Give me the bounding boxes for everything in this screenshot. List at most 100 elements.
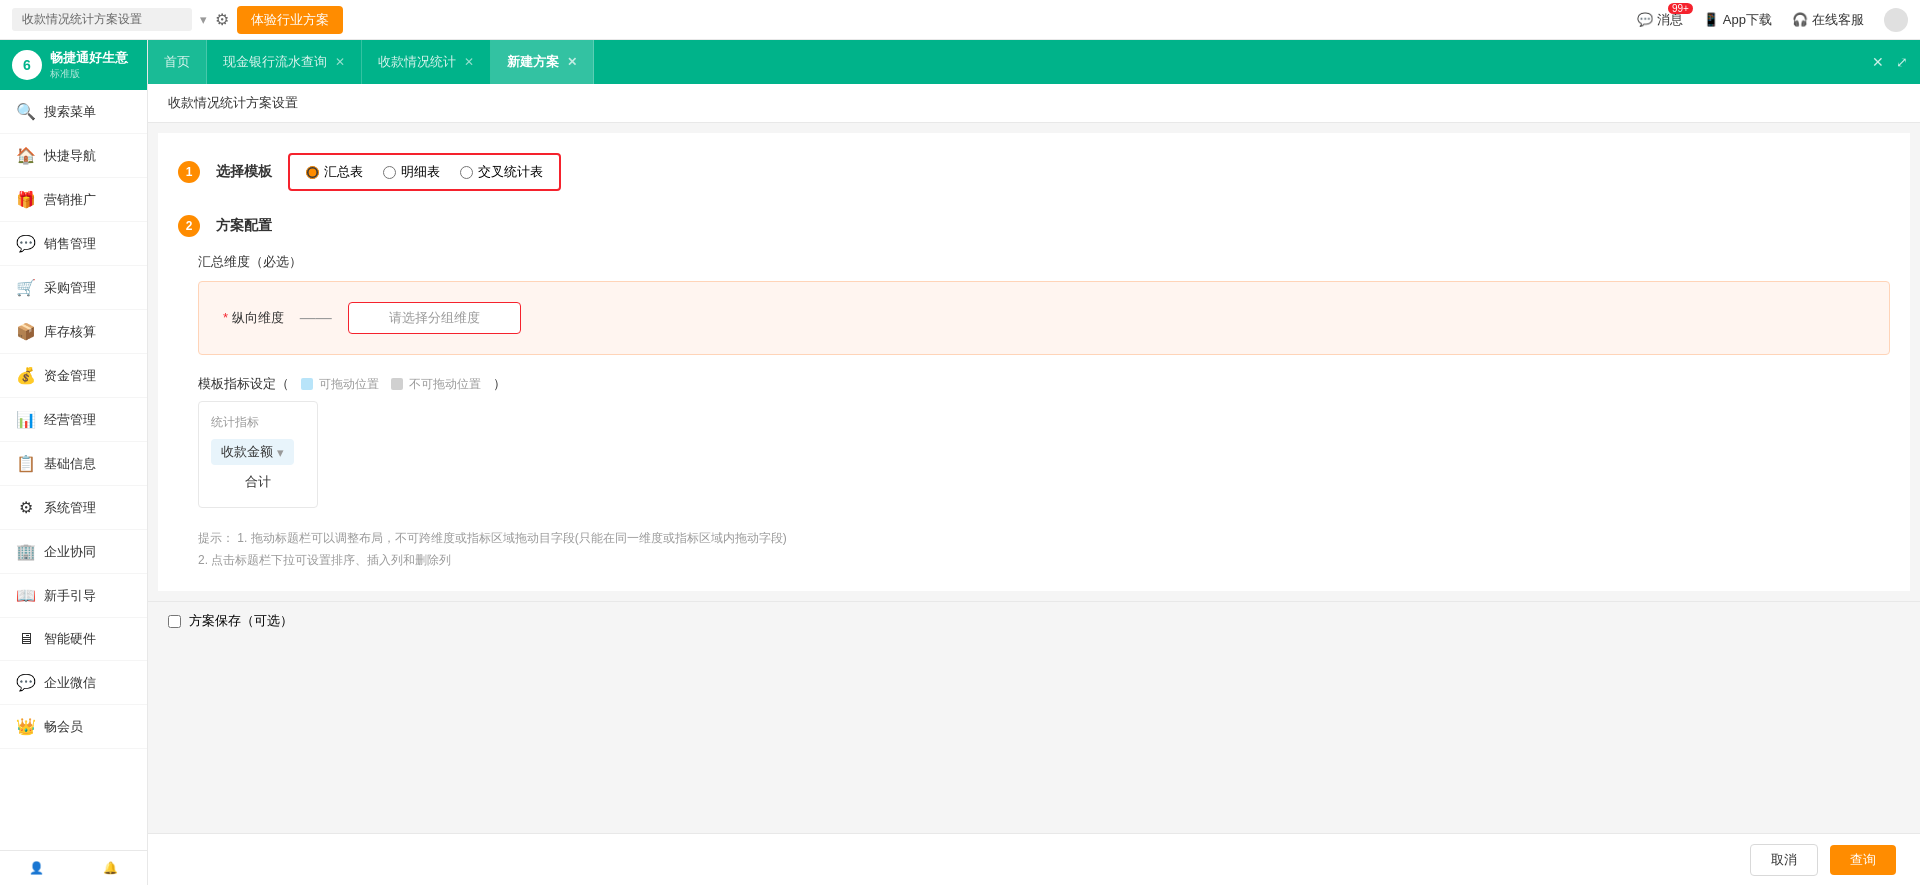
- sidebar-label-finance: 资金管理: [44, 367, 96, 385]
- page-title: 收款情况统计方案设置: [168, 95, 298, 110]
- sidebar-label-member: 畅会员: [44, 718, 83, 736]
- tip2: 2. 点击标题栏下拉可设置排序、插入列和删除列: [198, 550, 1890, 572]
- save-option-bar: 方案保存（可选）: [148, 601, 1920, 640]
- breadcrumb: 收款情况统计方案设置: [12, 8, 192, 31]
- sidebar-item-inventory[interactable]: 📦 库存核算: [0, 310, 147, 354]
- stats-tag-label: 收款金额: [221, 443, 273, 461]
- cancel-button[interactable]: 取消: [1750, 844, 1818, 876]
- enterprise-icon: 🏢: [16, 542, 36, 561]
- sidebar-item-smart-hw[interactable]: 🖥 智能硬件: [0, 618, 147, 661]
- tab-receipts-stats-close[interactable]: ✕: [464, 55, 474, 69]
- sidebar-item-marketing[interactable]: 🎁 营销推广: [0, 178, 147, 222]
- tab-bar: 首页 现金银行流水查询 ✕ 收款情况统计 ✕ 新建方案 ✕ ✕ ⤢: [148, 40, 1920, 84]
- tab-new-plan-close[interactable]: ✕: [567, 55, 577, 69]
- dimension-section-label: 汇总维度（必选）: [198, 253, 1890, 271]
- member-icon: 👑: [16, 717, 36, 736]
- save-option-label: 方案保存（可选）: [189, 612, 293, 630]
- tab-home[interactable]: 首页: [148, 40, 207, 84]
- main-layout: 6 畅捷通好生意 标准版 🔍 搜索菜单 🏠 快捷导航 🎁 营销推广 💬 销售管理…: [0, 40, 1920, 885]
- radio-summary[interactable]: 汇总表: [306, 163, 363, 181]
- sidebar-item-quick-nav[interactable]: 🏠 快捷导航: [0, 134, 147, 178]
- save-option-checkbox[interactable]: [168, 615, 181, 628]
- radio-summary-input[interactable]: [306, 166, 319, 179]
- inventory-icon: 📦: [16, 322, 36, 341]
- query-button[interactable]: 查询: [1830, 845, 1896, 875]
- stats-tag-amount[interactable]: 收款金额 ▾: [211, 439, 294, 465]
- header-right: 💬 消息 99+ 📱 App下载 🎧 在线客服: [1637, 8, 1908, 32]
- radio-crosstab-input[interactable]: [460, 166, 473, 179]
- sidebar-label-wechat: 企业微信: [44, 674, 96, 692]
- tab-new-plan-label: 新建方案: [507, 53, 559, 71]
- message-icon: 💬: [1637, 12, 1653, 27]
- breadcrumb-dropdown[interactable]: ▾: [200, 12, 207, 27]
- sidebar-bottom: 👤 🔔: [0, 850, 147, 885]
- step1-label: 选择模板: [216, 163, 272, 181]
- sidebar-notify-btn[interactable]: 🔔: [74, 851, 148, 885]
- search-menu-icon: 🔍: [16, 102, 36, 121]
- sidebar-item-search-menu[interactable]: 🔍 搜索菜单: [0, 90, 147, 134]
- sidebar-item-basic-info[interactable]: 📋 基础信息: [0, 442, 147, 486]
- support-btn[interactable]: 🎧 在线客服: [1792, 11, 1864, 29]
- dimension-selector[interactable]: 请选择分组维度: [348, 302, 521, 334]
- tab-bank-flow[interactable]: 现金银行流水查询 ✕: [207, 40, 362, 84]
- sidebar-label-system: 系统管理: [44, 499, 96, 517]
- messages-btn[interactable]: 💬 消息 99+: [1637, 11, 1683, 29]
- sidebar-item-wechat[interactable]: 💬 企业微信: [0, 661, 147, 705]
- sidebar-item-finance[interactable]: 💰 资金管理: [0, 354, 147, 398]
- sidebar-label-smart-hw: 智能硬件: [44, 630, 96, 648]
- sidebar-item-member[interactable]: 👑 畅会员: [0, 705, 147, 749]
- newbie-icon: 📖: [16, 586, 36, 605]
- download-icon: 📱: [1703, 12, 1719, 27]
- logo-text-area: 畅捷通好生意 标准版: [50, 49, 128, 81]
- sidebar-label-newbie: 新手引导: [44, 587, 96, 605]
- sales-icon: 💬: [16, 234, 36, 253]
- indicator-settings: 模板指标设定（ 可拖动位置 不可拖动位置 ）: [198, 375, 1890, 508]
- sidebar-label-enterprise: 企业协同: [44, 543, 96, 561]
- hint-fixed-text: 不可拖动位置: [409, 376, 481, 393]
- logo-icon: 6: [12, 50, 42, 80]
- sidebar-item-purchase[interactable]: 🛒 采购管理: [0, 266, 147, 310]
- sidebar-user-btn[interactable]: 👤: [0, 851, 74, 885]
- stats-tag-chevron-icon: ▾: [277, 445, 284, 460]
- step2-label: 方案配置: [216, 217, 272, 235]
- dimension-subsection: 汇总维度（必选） * 纵向维度 —— 请选择分组维度: [198, 253, 1890, 571]
- tab-new-plan[interactable]: 新建方案 ✕: [491, 40, 594, 84]
- avatar[interactable]: [1884, 8, 1908, 32]
- dim-row: * 纵向维度 —— 请选择分组维度: [223, 302, 1865, 334]
- marketing-icon: 🎁: [16, 190, 36, 209]
- radio-crosstab[interactable]: 交叉统计表: [460, 163, 543, 181]
- sidebar-label-operations: 经营管理: [44, 411, 96, 429]
- radio-crosstab-label: 交叉统计表: [478, 163, 543, 181]
- step2-badge: 2: [178, 215, 200, 237]
- sidebar-item-operations[interactable]: 📊 经营管理: [0, 398, 147, 442]
- tip1: 提示： 1. 拖动标题栏可以调整布局，不可跨维度或指标区域拖动目字段(只能在同一…: [198, 528, 1890, 550]
- indicator-hint-fixed: 不可拖动位置: [391, 376, 481, 393]
- form-section: 1 选择模板 汇总表 明细表 交叉统计表: [158, 133, 1910, 591]
- sidebar-item-system[interactable]: ⚙ 系统管理: [0, 486, 147, 530]
- required-mark: *: [223, 310, 228, 325]
- download-btn[interactable]: 📱 App下载: [1703, 11, 1772, 29]
- stats-total: 合计: [211, 469, 305, 495]
- radio-detail-input[interactable]: [383, 166, 396, 179]
- window-expand-icon[interactable]: ⤢: [1896, 54, 1908, 70]
- radio-detail[interactable]: 明细表: [383, 163, 440, 181]
- sidebar-item-sales[interactable]: 💬 销售管理: [0, 222, 147, 266]
- stats-section: 统计指标 收款金额 ▾ 合计: [198, 401, 318, 508]
- step1-row: 1 选择模板 汇总表 明细表 交叉统计表: [178, 153, 1890, 191]
- hint-movable-text: 可拖动位置: [319, 376, 379, 393]
- sidebar-label-search-menu: 搜索菜单: [44, 103, 96, 121]
- sidebar-item-enterprise[interactable]: 🏢 企业协同: [0, 530, 147, 574]
- support-icon: 🎧: [1792, 12, 1808, 27]
- tab-bank-flow-close[interactable]: ✕: [335, 55, 345, 69]
- tab-receipts-stats[interactable]: 收款情况统计 ✕: [362, 40, 491, 84]
- fixed-dot-icon: [391, 378, 403, 390]
- smart-hw-icon: 🖥: [16, 630, 36, 648]
- sidebar-item-newbie[interactable]: 📖 新手引导: [0, 574, 147, 618]
- trial-button[interactable]: 体验行业方案: [237, 6, 343, 34]
- template-selector: 汇总表 明细表 交叉统计表: [288, 153, 561, 191]
- sidebar: 6 畅捷通好生意 标准版 🔍 搜索菜单 🏠 快捷导航 🎁 营销推广 💬 销售管理…: [0, 40, 148, 885]
- logo-version: 标准版: [50, 67, 128, 81]
- radio-summary-label: 汇总表: [324, 163, 363, 181]
- gear-icon[interactable]: ⚙: [215, 10, 229, 29]
- window-close-icon[interactable]: ✕: [1872, 54, 1884, 70]
